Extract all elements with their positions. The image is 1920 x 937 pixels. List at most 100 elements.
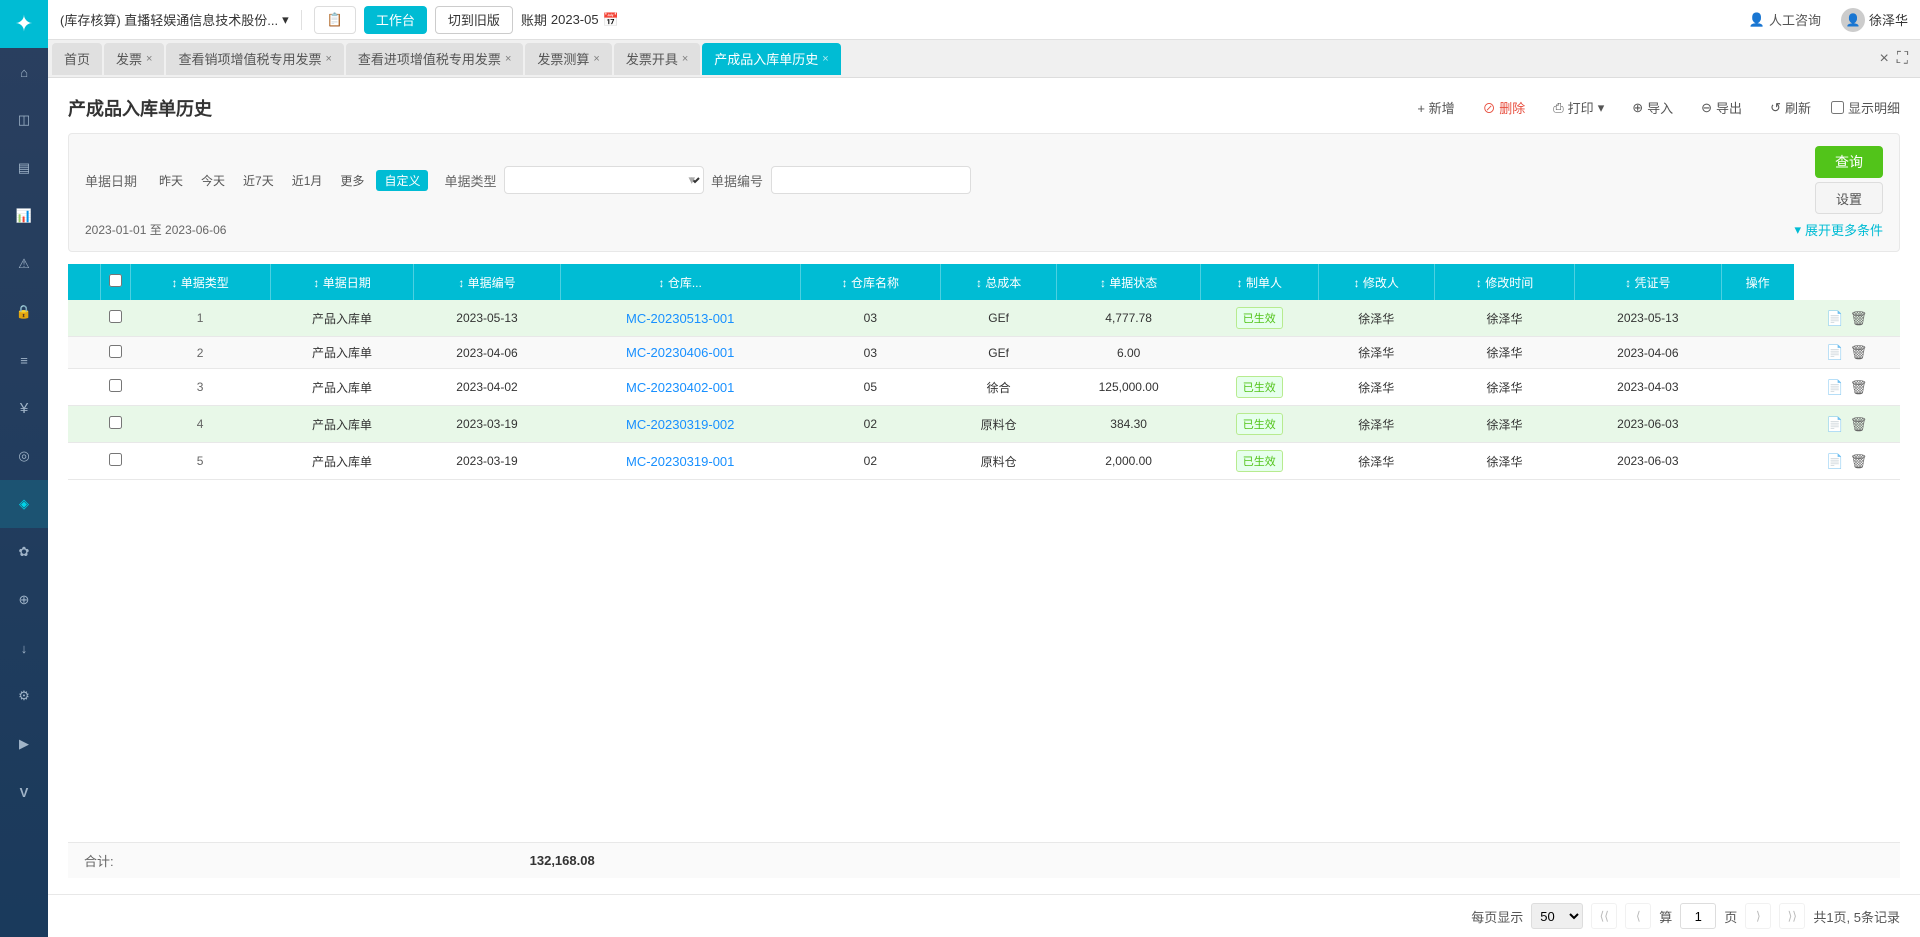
settings-col-header[interactable]: ⚙ — [68, 264, 100, 300]
row-checkbox[interactable] — [109, 416, 122, 429]
sidebar-item-cog[interactable]: ⚙ — [0, 672, 48, 720]
show-summary-checkbox-wrap[interactable]: 显示明细 — [1831, 98, 1900, 117]
select-all-checkbox[interactable] — [109, 274, 122, 287]
checkbox-col-header[interactable] — [100, 264, 130, 300]
row-num: 5 — [130, 443, 270, 480]
col-modifier[interactable]: ↕ 修改人 — [1318, 264, 1434, 300]
tab-invoice-open-close[interactable]: × — [682, 53, 688, 65]
tab-invoice-close[interactable]: × — [146, 53, 152, 65]
row-checkbox[interactable] — [109, 453, 122, 466]
sidebar-item-doc[interactable]: ▤ — [0, 144, 48, 192]
col-voucher[interactable]: ↕ 凭证号 — [1575, 264, 1721, 300]
row-delete-icon[interactable]: 🗑 — [1850, 310, 1868, 327]
sidebar-item-setting2[interactable]: ◎ — [0, 432, 48, 480]
next-page-button[interactable]: ⟩ — [1745, 903, 1771, 929]
page-number-input[interactable] — [1680, 903, 1716, 929]
import-button[interactable]: ⊕ 导入 — [1624, 94, 1681, 121]
tab-maximize[interactable]: ⛶ — [1897, 50, 1908, 68]
sidebar-item-alert[interactable]: ⚠ — [0, 240, 48, 288]
shortcut-7days[interactable]: 近7天 — [237, 170, 280, 191]
shortcut-today[interactable]: 今天 — [195, 170, 231, 191]
row-number-link[interactable]: MC-20230319-002 — [626, 417, 734, 432]
row-number-link[interactable]: MC-20230319-001 — [626, 454, 734, 469]
col-type[interactable]: ↕ 单据类型 — [130, 264, 270, 300]
doc-type-select[interactable] — [504, 166, 704, 194]
col-number[interactable]: ↕ 单据编号 — [414, 264, 560, 300]
row-edit-icon[interactable]: 📄 — [1826, 344, 1843, 361]
row-checkbox[interactable] — [109, 345, 122, 358]
last-page-button[interactable]: ⟩⟩ — [1779, 903, 1805, 929]
sidebar-item-chart[interactable]: 📊 — [0, 192, 48, 240]
row-delete-icon[interactable]: 🗑 — [1850, 344, 1868, 361]
tab-invoice[interactable]: 发票 × — [104, 43, 164, 75]
tab-product-history[interactable]: 产成品入库单历史 × — [702, 43, 840, 75]
refresh-button[interactable]: ↺ 刷新 — [1762, 94, 1819, 121]
query-button[interactable]: 查询 — [1815, 146, 1883, 178]
tab-purchase-vat[interactable]: 查看进项增值税专用发票 × — [346, 43, 523, 75]
tab-calc-close[interactable]: × — [593, 53, 599, 65]
column-settings-icon[interactable]: ⚙ — [77, 274, 91, 291]
delete-button[interactable]: ⊘ 删除 — [1475, 94, 1534, 121]
tab-product-history-close[interactable]: × — [822, 53, 828, 65]
row-edit-icon[interactable]: 📄 — [1826, 379, 1843, 396]
tab-sales-vat[interactable]: 查看销项增值税专用发票 × — [166, 43, 343, 75]
export-button[interactable]: ⊖ 导出 — [1693, 94, 1750, 121]
row-edit-icon[interactable]: 📄 — [1826, 416, 1843, 433]
col-total-cost[interactable]: ↕ 总成本 — [940, 264, 1056, 300]
sidebar-item-org[interactable]: ◫ — [0, 96, 48, 144]
sidebar-item-download[interactable]: ↓ — [0, 624, 48, 672]
tab-close-all[interactable]: × — [1879, 50, 1888, 68]
tab-calc[interactable]: 发票测算 × — [525, 43, 611, 75]
row-number-link[interactable]: MC-20230402-001 — [626, 380, 734, 395]
row-delete-icon[interactable]: 🗑 — [1850, 379, 1868, 396]
col-warehouse-code[interactable]: ↕ 仓库... — [560, 264, 800, 300]
company-selector[interactable]: (库存核算) 直播轻娱通信息技术股份... ▾ — [60, 10, 289, 29]
tab-sales-vat-close[interactable]: × — [325, 53, 331, 65]
sidebar-item-lock[interactable]: 🔒 — [0, 288, 48, 336]
calendar-icon[interactable]: 📅 — [603, 12, 619, 28]
doc-num-input[interactable] — [771, 166, 971, 194]
switch-button[interactable]: 切到旧版 — [435, 6, 513, 34]
tab-invoice-open[interactable]: 发票开具 × — [614, 43, 700, 75]
app-logo[interactable]: ✦ — [0, 0, 48, 48]
row-edit-icon[interactable]: 📄 — [1826, 453, 1843, 470]
sidebar-item-search2[interactable]: ⊕ — [0, 576, 48, 624]
workbench-button[interactable]: 工作台 — [364, 6, 427, 34]
copy-btn[interactable]: 📋 — [314, 6, 356, 34]
show-summary-checkbox[interactable] — [1831, 101, 1844, 114]
expand-more-button[interactable]: ▾ 展开更多条件 — [1794, 220, 1883, 239]
tab-home[interactable]: 首页 — [52, 43, 102, 75]
sidebar-item-list[interactable]: ≡ — [0, 336, 48, 384]
sidebar-item-v[interactable]: V — [0, 768, 48, 816]
first-page-button[interactable]: ⟨⟨ — [1591, 903, 1617, 929]
sidebar-item-money[interactable]: ¥ — [0, 384, 48, 432]
new-button[interactable]: + 新增 — [1409, 94, 1462, 121]
shortcut-yesterday[interactable]: 昨天 — [153, 170, 189, 191]
col-date[interactable]: ↕ 单据日期 — [270, 264, 414, 300]
tab-purchase-vat-close[interactable]: × — [505, 53, 511, 65]
per-page-select[interactable]: 50 10 20 100 — [1531, 903, 1583, 929]
row-number-link[interactable]: MC-20230513-001 — [626, 311, 734, 326]
sidebar-item-purchase[interactable]: ✿ — [0, 528, 48, 576]
consult-button[interactable]: 👤 人工咨询 — [1741, 6, 1829, 33]
prev-page-button[interactable]: ⟨ — [1625, 903, 1651, 929]
shortcut-more[interactable]: 更多 — [334, 170, 370, 191]
col-status[interactable]: ↕ 单据状态 — [1057, 264, 1201, 300]
user-menu[interactable]: 👤 徐泽华 — [1841, 8, 1908, 32]
sidebar-item-home[interactable]: ⌂ — [0, 48, 48, 96]
shortcut-1month[interactable]: 近1月 — [286, 170, 329, 191]
row-delete-icon[interactable]: 🗑 — [1850, 416, 1868, 433]
filter-setting-button[interactable]: 设置 — [1815, 182, 1883, 214]
row-checkbox[interactable] — [109, 310, 122, 323]
col-modify-time[interactable]: ↕ 修改时间 — [1434, 264, 1574, 300]
shortcut-custom[interactable]: 自定义 — [376, 170, 428, 191]
col-warehouse-name[interactable]: ↕ 仓库名称 — [800, 264, 940, 300]
row-number-link[interactable]: MC-20230406-001 — [626, 345, 734, 360]
row-edit-icon[interactable]: 📄 — [1826, 310, 1843, 327]
print-button[interactable]: ⎙ 打印 ▾ — [1545, 94, 1612, 121]
sidebar-item-play[interactable]: ▶ — [0, 720, 48, 768]
row-delete-icon[interactable]: 🗑 — [1850, 453, 1868, 470]
sidebar-item-inventory[interactable]: ◈ — [0, 480, 48, 528]
row-checkbox[interactable] — [109, 379, 122, 392]
col-creator[interactable]: ↕ 制单人 — [1200, 264, 1318, 300]
